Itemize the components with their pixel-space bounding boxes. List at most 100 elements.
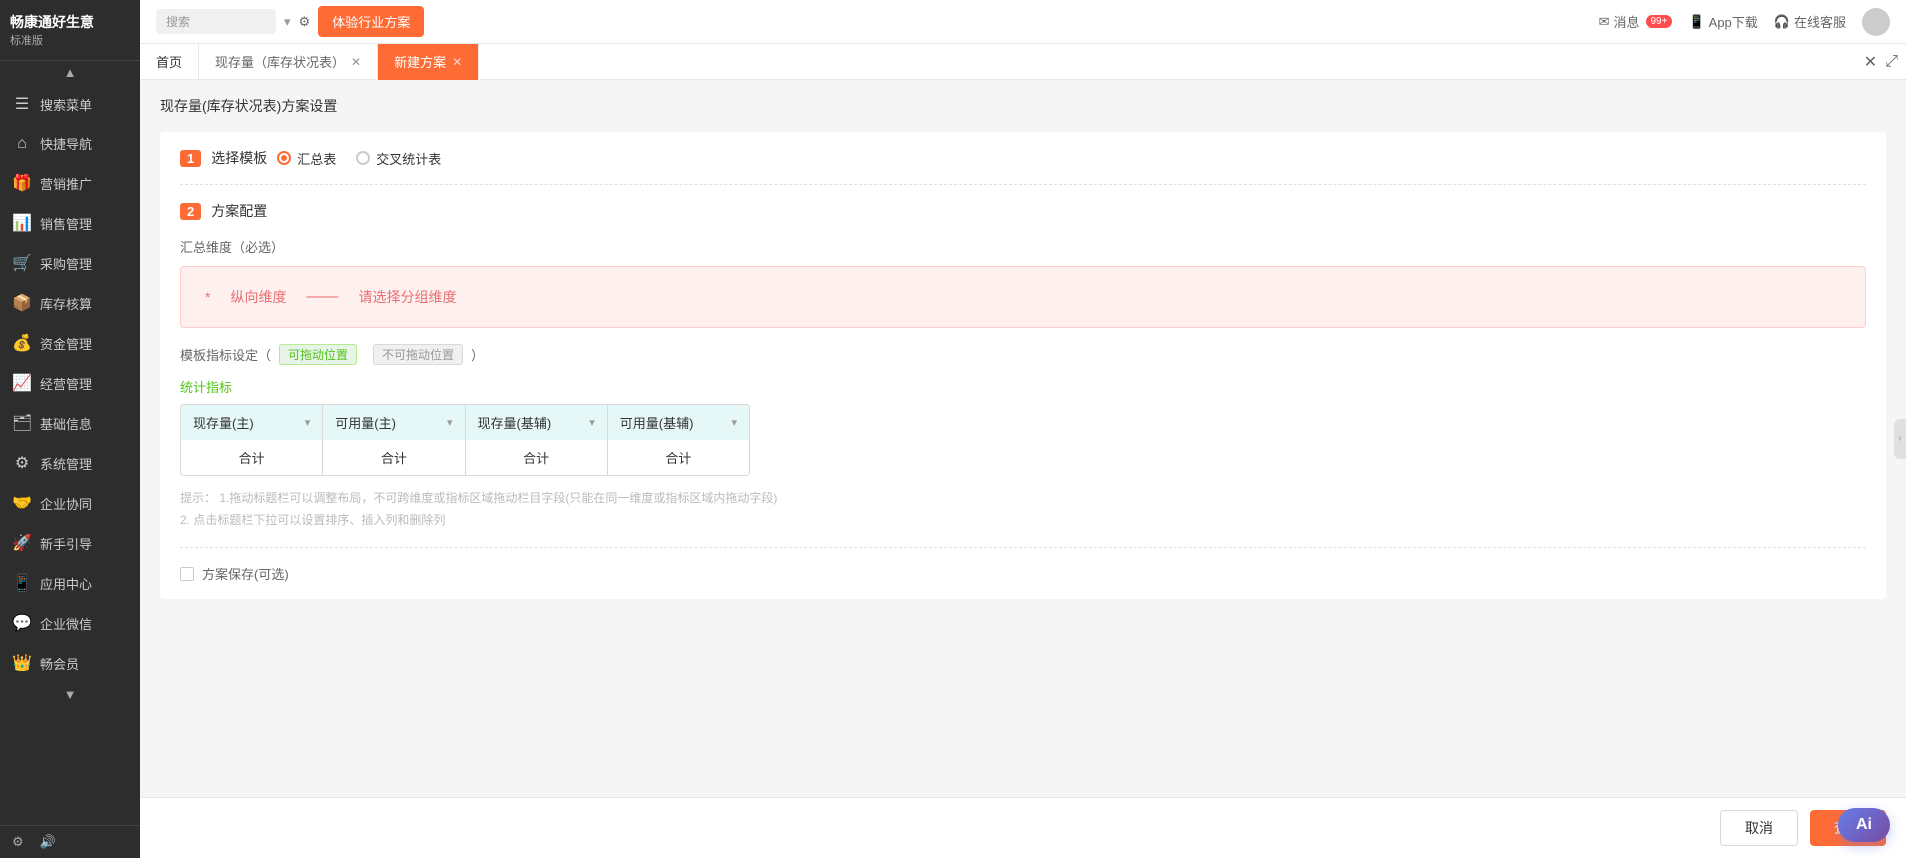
divider-1 <box>180 184 1866 185</box>
close-icon[interactable]: ✕ <box>452 55 462 69</box>
sidebar-item-sales[interactable]: 📊 销售管理 <box>0 203 140 243</box>
radio-cross-dot <box>356 151 370 165</box>
radio-cross[interactable]: 交叉统计表 <box>356 149 441 168</box>
online-service-label: 在线客服 <box>1794 12 1846 31</box>
sidebar-item-label: 畅会员 <box>40 654 79 673</box>
plan-section: 汇总维度（必选） * 纵向维度 —— 请选择分组维度 模板指标设定（ 可拖动位置 <box>180 237 1866 531</box>
chevron-down-icon[interactable]: ▾ <box>589 416 595 429</box>
logo-sub: 标准版 <box>10 32 130 48</box>
settings-icon[interactable]: ⚙ <box>299 14 311 30</box>
stat-cell-4: 合计 <box>608 440 749 475</box>
search-box[interactable]: 搜索 <box>156 9 276 34</box>
dimension-box: * 纵向维度 —— 请选择分组维度 <box>180 266 1866 328</box>
tab-home[interactable]: 首页 <box>140 44 199 80</box>
summary-dimension-label: 汇总维度（必选） <box>180 237 1866 256</box>
crown-icon: 👑 <box>12 653 32 673</box>
chevron-down-icon[interactable]: ▾ <box>447 416 453 429</box>
stat-col-1[interactable]: 现存量(主) ▾ <box>181 405 323 440</box>
close-window-button[interactable]: ✕ <box>1864 52 1877 72</box>
hint-2: 2. 点击标题栏下拉可以设置排序、插入列和删除列 <box>180 510 1866 532</box>
gear-icon: ⚙ <box>12 453 32 473</box>
avatar[interactable] <box>1862 8 1890 36</box>
expand-window-button[interactable]: ⤢ <box>1885 53 1898 71</box>
sidebar-item-marketing[interactable]: 🎁 营销推广 <box>0 163 140 203</box>
stat-table-header: 现存量(主) ▾ 可用量(主) ▾ 现存量(基辅) ▾ 可用量(基辅) <box>181 405 749 440</box>
sidebar-item-system[interactable]: ⚙ 系统管理 <box>0 443 140 483</box>
sidebar-scroll-up[interactable]: ▲ <box>0 61 140 84</box>
stat-table: 现存量(主) ▾ 可用量(主) ▾ 现存量(基辅) ▾ 可用量(基辅) <box>180 404 750 476</box>
chevron-down-icon[interactable]: ▾ <box>305 416 311 429</box>
tab-new-plan[interactable]: 新建方案 ✕ <box>378 44 479 80</box>
topbar-left: 搜索 ▾ ⚙ 体验行业方案 <box>156 6 1587 37</box>
rocket-icon: 🚀 <box>12 533 32 553</box>
stat-label: 统计指标 <box>180 377 1866 396</box>
sidebar-item-purchase[interactable]: 🛒 采购管理 <box>0 243 140 283</box>
cancel-button[interactable]: 取消 <box>1720 810 1798 846</box>
template-options: 汇总表 交叉统计表 <box>277 149 441 168</box>
trend-icon: 📈 <box>12 373 32 393</box>
chart-icon: 📊 <box>12 213 32 233</box>
chevron-down-icon[interactable]: ▾ <box>284 14 291 30</box>
home-icon: ⌂ <box>12 135 32 153</box>
chat-icon: 💬 <box>12 613 32 633</box>
message-label: 消息 <box>1613 12 1639 31</box>
step2-badge: 2 <box>180 203 201 220</box>
stat-header-3: 现存量(基辅) <box>478 413 552 432</box>
main-area: 搜索 ▾ ⚙ 体验行业方案 ✉ 消息 99+ 📱 App下载 🎧 在线客服 <box>140 0 1906 858</box>
online-service-item[interactable]: 🎧 在线客服 <box>1774 12 1846 31</box>
message-item[interactable]: ✉ 消息 99+ <box>1599 12 1673 31</box>
sidebar-item-cooperation[interactable]: 🤝 企业协同 <box>0 483 140 523</box>
step2-label: 方案配置 <box>211 201 267 221</box>
search-menu-icon: ☰ <box>12 94 32 114</box>
settings-icon[interactable]: ⚙ <box>12 834 24 850</box>
topbar-right: ✉ 消息 99+ 📱 App下载 🎧 在线客服 <box>1599 8 1890 36</box>
hint-box: 提示： 1.拖动标题栏可以调整布局，不可跨维度或指标区域拖动栏目字段(只能在同一… <box>180 488 1866 531</box>
sidebar-item-label: 基础信息 <box>40 414 92 433</box>
trial-button[interactable]: 体验行业方案 <box>318 6 424 37</box>
indicator-settings-label: 模板指标设定（ 可拖动位置 不可拖动位置 ） <box>180 344 1866 365</box>
phone-icon: 📱 <box>1688 14 1704 30</box>
draggable-tag: 可拖动位置 <box>279 344 357 365</box>
right-collapse-handle[interactable]: ‹ <box>1894 419 1906 459</box>
sidebar-item-inventory[interactable]: 📦 库存核算 <box>0 283 140 323</box>
vertical-label: 纵向维度 <box>230 287 286 307</box>
sidebar-scroll-down[interactable]: ▼ <box>0 683 140 706</box>
stat-col-3[interactable]: 现存量(基辅) ▾ <box>466 405 608 440</box>
radio-summary[interactable]: 汇总表 <box>277 149 336 168</box>
tab-inventory-label: 现存量（库存状况表） <box>215 52 345 71</box>
app-download-label: App下载 <box>1709 12 1758 31</box>
chevron-down-icon[interactable]: ▾ <box>731 416 737 429</box>
app-download-item[interactable]: 📱 App下载 <box>1688 12 1757 31</box>
stat-col-4[interactable]: 可用量(基辅) ▾ <box>608 405 749 440</box>
dimension-placeholder[interactable]: 请选择分组维度 <box>358 287 456 307</box>
stat-table-body: 合计 合计 合计 合计 <box>181 440 749 475</box>
sidebar-item-quick-nav[interactable]: ⌂ 快捷导航 <box>0 124 140 163</box>
stat-cell-1: 合计 <box>181 440 323 475</box>
save-checkbox[interactable] <box>180 567 194 581</box>
close-icon[interactable]: ✕ <box>351 55 361 69</box>
sidebar-item-member[interactable]: 👑 畅会员 <box>0 643 140 683</box>
tab-inventory-status[interactable]: 现存量（库存状况表） ✕ <box>199 44 378 80</box>
search-placeholder: 搜索 <box>166 15 190 29</box>
sidebar-item-basic[interactable]: 🗂 基础信息 <box>0 403 140 443</box>
stat-col-2[interactable]: 可用量(主) ▾ <box>323 405 465 440</box>
step1-label: 选择模板 <box>211 148 267 168</box>
app-icon: 📱 <box>12 573 32 593</box>
folder-icon: 🗂 <box>12 413 32 433</box>
sidebar-item-newbie[interactable]: 🚀 新手引导 <box>0 523 140 563</box>
logo: 畅康通好生意 标准版 <box>0 0 140 61</box>
sidebar-item-search-menu[interactable]: ☰ 搜索菜单 <box>0 84 140 124</box>
ai-fab-button[interactable]: Ai <box>1838 808 1890 842</box>
tab-new-plan-label: 新建方案 <box>394 52 446 71</box>
dimension-arrow: —— <box>306 288 338 306</box>
sidebar-item-operation[interactable]: 📈 经营管理 <box>0 363 140 403</box>
sidebar-item-wechat[interactable]: 💬 企业微信 <box>0 603 140 643</box>
sound-icon[interactable]: 🔊 <box>40 834 56 850</box>
sidebar-item-label: 应用中心 <box>40 574 92 593</box>
plan-settings-panel: 1 选择模板 汇总表 交叉统计表 2 方案配置 <box>160 132 1886 599</box>
gift-icon: 🎁 <box>12 173 32 193</box>
sidebar-item-app[interactable]: 📱 应用中心 <box>0 563 140 603</box>
sidebar-item-finance[interactable]: 💰 资金管理 <box>0 323 140 363</box>
indicator-settings-text: 模板指标设定（ <box>180 345 271 364</box>
indicator-settings: 模板指标设定（ 可拖动位置 不可拖动位置 ） <box>180 344 1866 365</box>
